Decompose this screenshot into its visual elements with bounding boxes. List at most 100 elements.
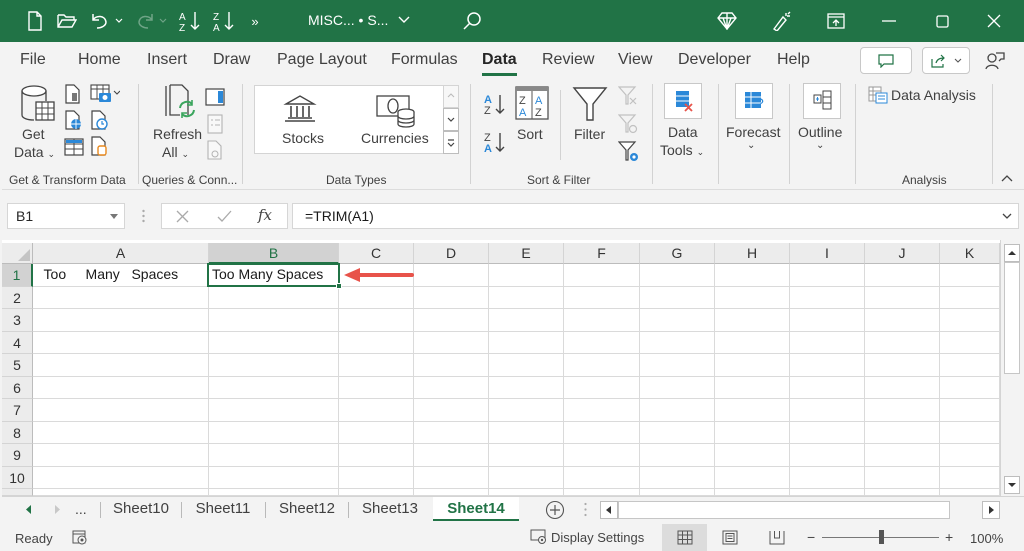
from-table-range-icon[interactable] bbox=[64, 138, 84, 156]
cell-f3[interactable] bbox=[564, 309, 640, 332]
sort-a-to-z-icon[interactable]: AZ bbox=[483, 92, 507, 116]
cell-b5[interactable] bbox=[209, 354, 339, 377]
from-text-csv-icon[interactable] bbox=[64, 84, 82, 104]
cell-k7[interactable] bbox=[940, 399, 1000, 422]
name-box-dropdown-icon[interactable] bbox=[110, 214, 118, 219]
cell-b6[interactable] bbox=[209, 376, 339, 399]
cell-k11[interactable] bbox=[940, 489, 1000, 496]
cell-f2[interactable] bbox=[564, 286, 640, 309]
cell-a5[interactable] bbox=[33, 354, 209, 377]
gallery-scroll-down[interactable] bbox=[443, 108, 459, 131]
name-box[interactable]: B1 bbox=[7, 203, 125, 229]
data-tools-label-2[interactable]: Tools ⌄ bbox=[660, 142, 704, 158]
cell-j9[interactable] bbox=[865, 444, 940, 467]
column-header-j[interactable]: J bbox=[865, 243, 940, 264]
more-sheets-button[interactable]: ... bbox=[75, 501, 87, 517]
gallery-expand-button[interactable] bbox=[443, 131, 459, 154]
cell-a2[interactable] bbox=[33, 286, 209, 309]
comments-button[interactable] bbox=[860, 47, 912, 74]
cell-j10[interactable] bbox=[865, 466, 940, 489]
cell-f10[interactable] bbox=[564, 466, 640, 489]
cell-c4[interactable] bbox=[339, 331, 414, 354]
row-header-11[interactable] bbox=[2, 489, 33, 496]
cell-d8[interactable] bbox=[414, 421, 489, 444]
cell-d10[interactable] bbox=[414, 466, 489, 489]
cell-a4[interactable] bbox=[33, 331, 209, 354]
cell-b10[interactable] bbox=[209, 466, 339, 489]
cell-k1[interactable] bbox=[940, 264, 1000, 287]
cell-f7[interactable] bbox=[564, 399, 640, 422]
sheet-tab[interactable]: Sheet12 bbox=[266, 497, 348, 521]
cell-e8[interactable] bbox=[489, 421, 564, 444]
coauthoring-wand-icon[interactable] bbox=[770, 9, 794, 33]
cell-i3[interactable] bbox=[790, 309, 865, 332]
cell-e6[interactable] bbox=[489, 376, 564, 399]
cell-f11[interactable] bbox=[564, 489, 640, 496]
cell-j11[interactable] bbox=[865, 489, 940, 496]
cell-c5[interactable] bbox=[339, 354, 414, 377]
cell-i11[interactable] bbox=[790, 489, 865, 496]
vertical-scroll-thumb[interactable] bbox=[1004, 262, 1020, 374]
row-header-9[interactable]: 9 bbox=[2, 444, 33, 467]
cell-k3[interactable] bbox=[940, 309, 1000, 332]
cell-i4[interactable] bbox=[790, 331, 865, 354]
cell-i6[interactable] bbox=[790, 376, 865, 399]
refresh-all-icon[interactable] bbox=[162, 84, 198, 124]
column-header-e[interactable]: E bbox=[489, 243, 564, 264]
cell-b11[interactable] bbox=[209, 489, 339, 496]
close-button[interactable] bbox=[982, 9, 1006, 33]
cell-f6[interactable] bbox=[564, 376, 640, 399]
row-header-6[interactable]: 6 bbox=[2, 376, 33, 399]
window-title[interactable]: MISC... • S... bbox=[308, 12, 410, 28]
zoom-slider-thumb[interactable] bbox=[879, 530, 884, 544]
cell-e2[interactable] bbox=[489, 286, 564, 309]
cell-g3[interactable] bbox=[640, 309, 715, 332]
cell-g9[interactable] bbox=[640, 444, 715, 467]
cell-h11[interactable] bbox=[715, 489, 790, 496]
outline-icon[interactable] bbox=[803, 83, 841, 119]
cell-b9[interactable] bbox=[209, 444, 339, 467]
cell-b1[interactable]: Too Many Spaces bbox=[209, 264, 339, 287]
ribbon-display-options-icon[interactable] bbox=[824, 9, 848, 33]
premium-diamond-icon[interactable] bbox=[715, 9, 739, 33]
cell-h2[interactable] bbox=[715, 286, 790, 309]
cell-a10[interactable] bbox=[33, 466, 209, 489]
cell-g10[interactable] bbox=[640, 466, 715, 489]
cell-i8[interactable] bbox=[790, 421, 865, 444]
cell-e11[interactable] bbox=[489, 489, 564, 496]
currencies-icon[interactable] bbox=[376, 94, 416, 128]
cell-c11[interactable] bbox=[339, 489, 414, 496]
confirm-entry-icon[interactable] bbox=[217, 210, 232, 223]
cell-i1[interactable] bbox=[790, 264, 865, 287]
column-header-b[interactable]: B bbox=[209, 243, 339, 264]
cell-i9[interactable] bbox=[790, 444, 865, 467]
row-header-2[interactable]: 2 bbox=[2, 286, 33, 309]
cell-j4[interactable] bbox=[865, 331, 940, 354]
row-header-3[interactable]: 3 bbox=[2, 309, 33, 332]
zoom-level[interactable]: 100% bbox=[970, 531, 1003, 546]
cell-a9[interactable] bbox=[33, 444, 209, 467]
cell-b8[interactable] bbox=[209, 421, 339, 444]
display-settings-button[interactable]: Display Settings bbox=[530, 529, 644, 545]
cell-b2[interactable] bbox=[209, 286, 339, 309]
tab-home[interactable]: Home bbox=[78, 51, 121, 69]
previous-sheet-icon[interactable] bbox=[26, 505, 32, 514]
data-analysis-button[interactable]: Data Analysis bbox=[891, 87, 976, 103]
get-data-label[interactable]: Get bbox=[22, 126, 45, 142]
accessibility-icon[interactable] bbox=[72, 530, 88, 545]
row-header-4[interactable]: 4 bbox=[2, 331, 33, 354]
sort-dialog-icon[interactable]: ZAAZ bbox=[515, 86, 549, 120]
search-icon[interactable] bbox=[460, 9, 484, 33]
cell-g6[interactable] bbox=[640, 376, 715, 399]
data-tools-label[interactable]: Data bbox=[668, 124, 698, 140]
cell-d2[interactable] bbox=[414, 286, 489, 309]
cell-h3[interactable] bbox=[715, 309, 790, 332]
page-layout-view-button[interactable] bbox=[722, 530, 738, 545]
cell-f5[interactable] bbox=[564, 354, 640, 377]
scroll-right-button[interactable] bbox=[982, 501, 1000, 519]
sort-z-to-a-icon[interactable]: ZA bbox=[483, 130, 507, 154]
cell-h6[interactable] bbox=[715, 376, 790, 399]
sort-label[interactable]: Sort bbox=[517, 126, 543, 142]
cell-d7[interactable] bbox=[414, 399, 489, 422]
filter-icon[interactable] bbox=[572, 86, 608, 122]
